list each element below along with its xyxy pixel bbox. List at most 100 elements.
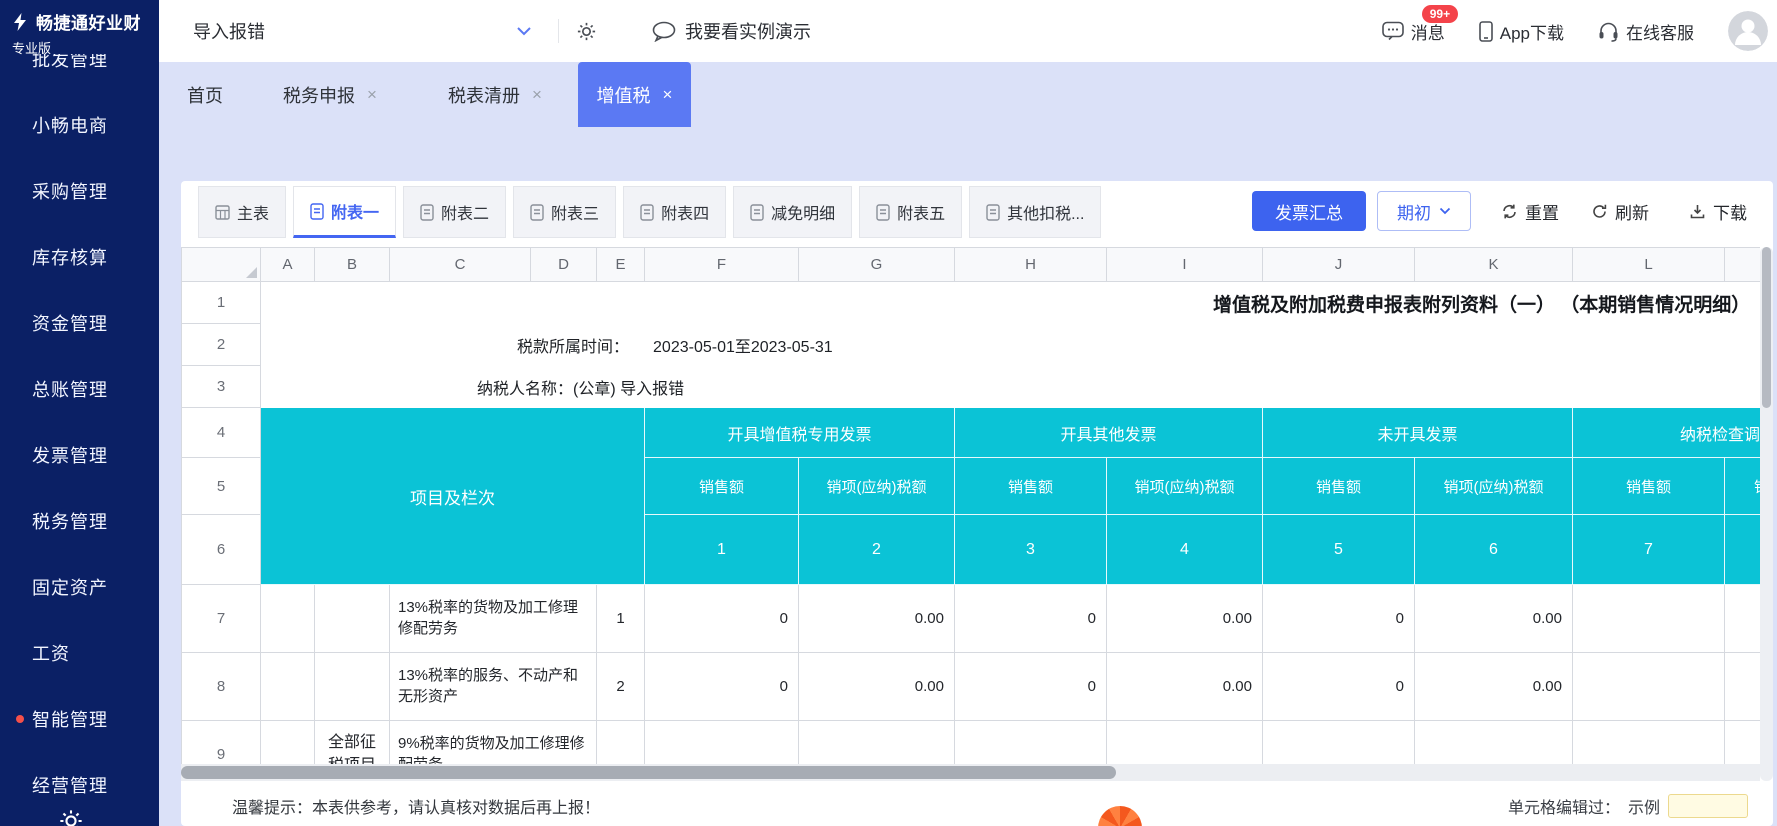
sheet-tab-main[interactable]: 主表: [198, 186, 287, 238]
cell-value[interactable]: 0.00: [1415, 653, 1573, 721]
column-header[interactable]: A: [261, 248, 315, 282]
sidebar-item-ecommerce[interactable]: 小畅电商: [0, 92, 159, 158]
sheet-tab-appendix3[interactable]: 附表三: [513, 186, 617, 238]
column-header[interactable]: B: [315, 248, 390, 282]
header-group-tax-inspection[interactable]: 纳税检查调整: [1573, 408, 1760, 458]
sheet-tab-appendix4[interactable]: 附表四: [623, 186, 727, 238]
vertical-scrollbar[interactable]: [1760, 247, 1773, 781]
header-group-special-invoice[interactable]: 开具增值税专用发票: [645, 408, 955, 458]
cell-line-number[interactable]: 1: [597, 585, 645, 653]
header-sub-sales[interactable]: 销售额: [1573, 458, 1725, 515]
sidebar-item-purchase[interactable]: 采购管理: [0, 158, 159, 224]
sidebar-item-payroll[interactable]: 工资: [0, 620, 159, 686]
header-group-other-invoice[interactable]: 开具其他发票: [955, 408, 1263, 458]
row-header[interactable]: 8: [182, 653, 261, 721]
horizontal-scrollbar[interactable]: [181, 764, 1760, 781]
tab-tax-register[interactable]: 税表清册 ×: [448, 62, 542, 127]
cell[interactable]: [261, 585, 315, 653]
cell[interactable]: [1725, 585, 1760, 653]
column-header[interactable]: M: [1725, 248, 1760, 282]
row-header[interactable]: 1: [182, 282, 261, 324]
cell[interactable]: [315, 653, 390, 721]
settings-gear-icon[interactable]: [576, 21, 597, 42]
cell-value[interactable]: [1107, 721, 1263, 764]
cell[interactable]: [1725, 653, 1760, 721]
refresh-button[interactable]: 刷新: [1591, 191, 1649, 231]
row-header[interactable]: 3: [182, 366, 261, 408]
cell[interactable]: [315, 585, 390, 653]
row-header[interactable]: 4: [182, 408, 261, 458]
cell-value[interactable]: [1415, 721, 1573, 764]
horizontal-scrollbar-thumb[interactable]: [181, 766, 1116, 779]
header-col-number[interactable]: 7: [1573, 515, 1725, 585]
cell-taxpayer-name[interactable]: 纳税人名称：(公章) 导入报错: [261, 366, 1760, 408]
column-header[interactable]: H: [955, 248, 1107, 282]
cell[interactable]: [261, 721, 315, 764]
header-col-number[interactable]: 4: [1107, 515, 1263, 585]
avatar[interactable]: [1728, 11, 1768, 51]
online-support-button[interactable]: 在线客服: [1598, 0, 1694, 62]
reset-button[interactable]: 重置: [1501, 191, 1559, 231]
select-all-corner[interactable]: [182, 248, 261, 282]
column-header[interactable]: J: [1263, 248, 1415, 282]
sheet-tab-appendix2[interactable]: 附表二: [403, 186, 507, 238]
opening-period-button[interactable]: 期初: [1377, 191, 1471, 231]
sheet-tab-appendix5[interactable]: 附表五: [859, 186, 963, 238]
sidebar-item-invoice[interactable]: 发票管理: [0, 422, 159, 488]
column-header[interactable]: L: [1573, 248, 1725, 282]
cell-item-name[interactable]: 13%税率的服务、不动产和无形资产: [390, 653, 597, 721]
sheet-tab-other-deduction[interactable]: 其他扣税...: [969, 186, 1102, 238]
cell-value[interactable]: 0: [1263, 585, 1415, 653]
header-item-column[interactable]: 项目及栏次: [261, 408, 645, 585]
download-button[interactable]: 下载: [1689, 191, 1747, 231]
header-col-number[interactable]: 1: [645, 515, 799, 585]
column-header[interactable]: I: [1107, 248, 1263, 282]
close-icon[interactable]: ×: [367, 85, 377, 105]
header-col-number[interactable]: 6: [1415, 515, 1573, 585]
cell[interactable]: [1573, 721, 1725, 764]
cell-value[interactable]: 0.00: [1107, 585, 1263, 653]
cell-value[interactable]: 0: [645, 585, 799, 653]
cell-line-number[interactable]: 2: [597, 653, 645, 721]
cell[interactable]: [1573, 653, 1725, 721]
demo-link[interactable]: 我要看实例演示: [652, 0, 811, 62]
cell-item-name[interactable]: 9%税率的货物及加工修理修配劳务: [390, 721, 597, 764]
header-sub-output-tax[interactable]: 销项(应纳)税额: [1107, 458, 1263, 515]
sheet-tab-appendix1[interactable]: 附表一: [293, 186, 397, 238]
cell-value[interactable]: [799, 721, 955, 764]
sidebar-item-tax[interactable]: 税务管理: [0, 488, 159, 554]
column-header[interactable]: E: [597, 248, 645, 282]
tab-vat-active[interactable]: 增值税 ×: [578, 62, 691, 127]
header-col-number[interactable]: 3: [955, 515, 1107, 585]
cell-line-number[interactable]: [597, 721, 645, 764]
cell-value[interactable]: 0: [955, 653, 1107, 721]
cell-item-name[interactable]: 13%税率的货物及加工修理修配劳务: [390, 585, 597, 653]
column-header[interactable]: F: [645, 248, 799, 282]
row-header[interactable]: 5: [182, 458, 261, 515]
header-sub-output-tax[interactable]: 销项(应纳)税额: [1415, 458, 1573, 515]
cell-value[interactable]: 0: [955, 585, 1107, 653]
header-sub-sales[interactable]: 销售额: [645, 458, 799, 515]
import-error-dropdown[interactable]: 导入报错: [193, 0, 265, 62]
cell-row-group[interactable]: 全部征税项目: [315, 721, 390, 764]
cell[interactable]: [261, 653, 315, 721]
row-header[interactable]: 6: [182, 515, 261, 585]
sidebar-item-inventory[interactable]: 库存核算: [0, 224, 159, 290]
header-group-no-invoice[interactable]: 未开具发票: [1263, 408, 1573, 458]
tab-home[interactable]: 首页: [187, 62, 223, 127]
column-header[interactable]: D: [531, 248, 597, 282]
header-col-number[interactable]: 2: [799, 515, 955, 585]
row-header[interactable]: 7: [182, 585, 261, 653]
cell-value[interactable]: [645, 721, 799, 764]
sidebar-item-fixed-assets[interactable]: 固定资产: [0, 554, 159, 620]
header-sub-sales[interactable]: 销售额: [955, 458, 1107, 515]
cell-value[interactable]: [955, 721, 1107, 764]
sidebar-item-ledger[interactable]: 总账管理: [0, 356, 159, 422]
cell-tax-period[interactable]: 税款所属时间： 2023-05-01至2023-05-31: [261, 324, 1760, 366]
header-sub-output-tax[interactable]: 销项(应纳)税额: [1725, 458, 1760, 515]
cell-value[interactable]: 0.00: [1415, 585, 1573, 653]
cell-value[interactable]: 0: [1263, 653, 1415, 721]
sheet-tab-reduction-detail[interactable]: 减免明细: [733, 186, 853, 238]
sidebar-item-smart-management[interactable]: 智能管理: [0, 686, 159, 752]
sidebar-item-funds[interactable]: 资金管理: [0, 290, 159, 356]
